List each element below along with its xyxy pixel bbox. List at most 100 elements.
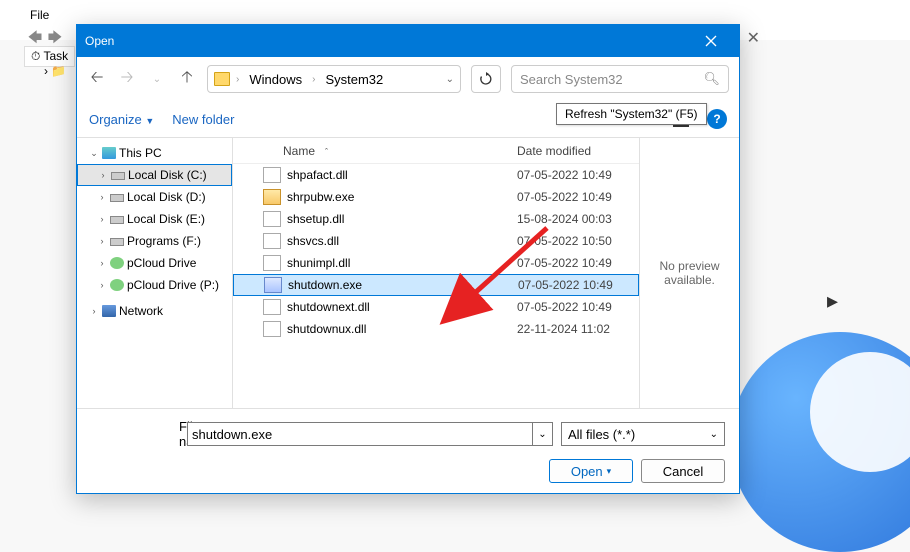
preview-pane: No preview available. xyxy=(639,138,739,408)
file-date: 07-05-2022 10:49 xyxy=(517,256,639,270)
file-date: 22-11-2024 11:02 xyxy=(517,322,639,336)
refresh-tooltip: Refresh "System32" (F5) xyxy=(556,103,707,125)
background-file-menu[interactable]: File xyxy=(30,8,49,22)
chevron-right-icon: › xyxy=(89,306,99,316)
chevron-right-icon: › xyxy=(98,170,108,180)
file-icon xyxy=(263,321,281,337)
breadcrumb-system32[interactable]: System32 xyxy=(321,72,387,87)
file-name: shutdownext.dll xyxy=(287,300,517,314)
dialog-footer: File name: ⌄ All files (*.*)⌄ Open ▾ Can… xyxy=(77,408,739,493)
column-date[interactable]: Date modified xyxy=(517,144,639,158)
refresh-icon xyxy=(479,72,493,86)
tree-local-disk-c[interactable]: ›Local Disk (C:) xyxy=(77,164,232,186)
chevron-down-icon: ⌄ xyxy=(710,429,718,440)
sort-indicator-icon: ˆ xyxy=(325,147,328,157)
help-button[interactable]: ? xyxy=(707,109,727,129)
refresh-button[interactable] xyxy=(471,65,501,93)
tree-network[interactable]: ›Network xyxy=(87,300,232,322)
chevron-down-icon: ⌄ xyxy=(89,148,99,159)
bg-tree-caret: › 📁 xyxy=(44,64,66,78)
breadcrumb-sep-icon: › xyxy=(312,74,315,85)
file-row[interactable]: shutdownux.dll22-11-2024 11:02 xyxy=(233,318,639,340)
file-row[interactable]: shpafact.dll07-05-2022 10:49 xyxy=(233,164,639,186)
file-row[interactable]: shsvcs.dll07-05-2022 10:50 xyxy=(233,230,639,252)
filename-input[interactable] xyxy=(187,422,533,446)
file-icon xyxy=(263,255,281,271)
cloud-icon xyxy=(110,279,124,291)
forward-button[interactable]: 🡢 xyxy=(117,69,137,89)
column-headers[interactable]: Nameˆ Date modified xyxy=(233,138,639,164)
tree-local-disk-d[interactable]: ›Local Disk (D:) xyxy=(77,186,232,208)
disk-icon xyxy=(111,172,125,180)
file-icon xyxy=(263,233,281,249)
address-dropdown-icon[interactable]: ⌄ xyxy=(446,74,454,85)
address-bar[interactable]: › Windows › System32 ⌄ xyxy=(207,65,461,93)
file-row[interactable]: shrpubw.exe07-05-2022 10:49 xyxy=(233,186,639,208)
column-name[interactable]: Nameˆ xyxy=(283,144,517,158)
back-button[interactable]: 🡠 xyxy=(87,69,107,89)
close-icon xyxy=(705,35,717,47)
chevron-right-icon: › xyxy=(97,214,107,224)
file-icon xyxy=(263,189,281,205)
cancel-button[interactable]: Cancel xyxy=(641,459,725,483)
disk-icon xyxy=(110,238,124,246)
file-row[interactable]: shutdownext.dll07-05-2022 10:49 xyxy=(233,296,639,318)
file-date: 15-08-2024 00:03 xyxy=(517,212,639,226)
navigation-tree[interactable]: ⌄This PC ›Local Disk (C:) ›Local Disk (D… xyxy=(77,138,233,408)
network-icon xyxy=(102,305,116,317)
file-icon xyxy=(263,167,281,183)
filename-label: File name: xyxy=(91,419,179,449)
open-file-dialog: Open 🡠 🡢 ⌄ 🡡 › Windows › System32 ⌄ Sear… xyxy=(76,24,740,494)
bg-expand-caret-icon: ▸ xyxy=(827,288,838,314)
recent-dropdown[interactable]: ⌄ xyxy=(147,69,167,89)
file-row[interactable]: shutdown.exe07-05-2022 10:49 xyxy=(233,274,639,296)
file-date: 07-05-2022 10:49 xyxy=(517,190,639,204)
file-row[interactable]: shsetup.dll15-08-2024 00:03 xyxy=(233,208,639,230)
file-name: shsetup.dll xyxy=(287,212,517,226)
file-icon xyxy=(263,299,281,315)
chevron-right-icon: › xyxy=(97,280,107,290)
file-icon xyxy=(264,277,282,293)
file-date: 07-05-2022 10:49 xyxy=(517,300,639,314)
chevron-right-icon: › xyxy=(97,258,107,268)
tree-pcloud-p[interactable]: ›pCloud Drive (P:) xyxy=(77,274,232,296)
file-name: shutdownux.dll xyxy=(287,322,517,336)
filename-history-dropdown[interactable]: ⌄ xyxy=(533,422,553,446)
file-icon xyxy=(263,211,281,227)
bg-tab-close-icon: ✕ xyxy=(747,28,760,48)
file-name: shunimpl.dll xyxy=(287,256,517,270)
organize-menu[interactable]: Organize ▼ xyxy=(89,112,154,127)
tree-programs-f[interactable]: ›Programs (F:) xyxy=(77,230,232,252)
file-name: shrpubw.exe xyxy=(287,190,517,204)
chevron-right-icon: › xyxy=(97,192,107,202)
dialog-title: Open xyxy=(85,34,114,48)
cloud-icon xyxy=(110,257,124,269)
chevron-right-icon: › xyxy=(97,236,107,246)
chevron-down-icon: ▼ xyxy=(145,116,154,126)
titlebar: Open xyxy=(77,25,739,57)
breadcrumb-windows[interactable]: Windows xyxy=(245,72,306,87)
search-input[interactable]: Search System32 🔍︎ xyxy=(511,65,729,93)
breadcrumb-sep-icon: › xyxy=(236,74,239,85)
file-list[interactable]: shpafact.dll07-05-2022 10:49shrpubw.exe0… xyxy=(233,164,639,408)
file-row[interactable]: shunimpl.dll07-05-2022 10:49 xyxy=(233,252,639,274)
file-date: 07-05-2022 10:49 xyxy=(518,278,638,292)
close-button[interactable] xyxy=(691,25,731,57)
tree-local-disk-e[interactable]: ›Local Disk (E:) xyxy=(77,208,232,230)
search-icon: 🔍︎ xyxy=(703,71,720,87)
navigation-row: 🡠 🡢 ⌄ 🡡 › Windows › System32 ⌄ Search Sy… xyxy=(77,57,739,101)
file-list-pane: Nameˆ Date modified shpafact.dll07-05-20… xyxy=(233,138,639,408)
folder-icon xyxy=(214,72,230,86)
pc-icon xyxy=(102,147,116,159)
file-type-filter[interactable]: All files (*.*)⌄ xyxy=(561,422,725,446)
tree-pcloud[interactable]: ›pCloud Drive xyxy=(77,252,232,274)
disk-icon xyxy=(110,216,124,224)
tree-this-pc[interactable]: ⌄This PC xyxy=(87,142,232,164)
disk-icon xyxy=(110,194,124,202)
file-name: shsvcs.dll xyxy=(287,234,517,248)
open-button[interactable]: Open ▾ xyxy=(549,459,633,483)
new-folder-button[interactable]: New folder xyxy=(172,112,234,127)
file-date: 07-05-2022 10:49 xyxy=(517,168,639,182)
up-button[interactable]: 🡡 xyxy=(177,69,197,89)
search-placeholder: Search System32 xyxy=(520,72,623,87)
